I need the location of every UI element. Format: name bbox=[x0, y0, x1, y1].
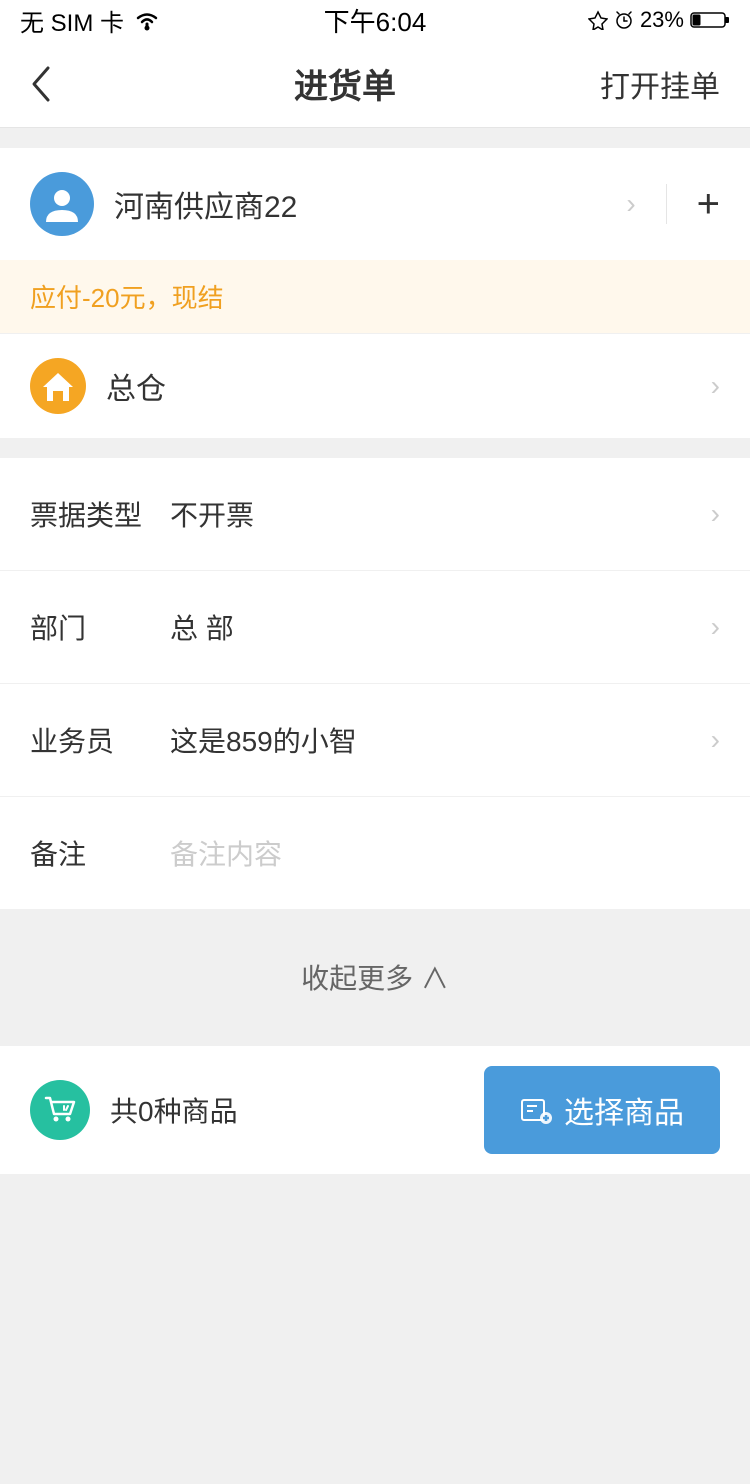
top-divider bbox=[0, 128, 750, 148]
warehouse-chevron-icon: › bbox=[711, 370, 720, 402]
sim-status: 无 SIM 卡 bbox=[20, 3, 124, 38]
supplier-row[interactable]: 河南供应商22 › + bbox=[0, 148, 750, 260]
remark-input[interactable]: 备注内容 bbox=[150, 833, 720, 873]
status-right: 23% bbox=[588, 7, 730, 33]
department-row[interactable]: 部门 总 部 › bbox=[0, 571, 750, 684]
warehouse-row[interactable]: 总仓 › bbox=[0, 333, 750, 438]
department-value: 总 部 bbox=[150, 607, 711, 647]
status-left: 无 SIM 卡 bbox=[20, 3, 162, 38]
product-count: 共0种商品 bbox=[110, 1090, 484, 1130]
form-section: 票据类型 不开票 › 部门 总 部 › 业务员 这是859的小智 › 备注 备注… bbox=[0, 458, 750, 909]
salesman-value: 这是859的小智 bbox=[150, 720, 711, 760]
vertical-divider bbox=[666, 184, 667, 224]
invoice-type-chevron-icon: › bbox=[711, 498, 720, 530]
department-label: 部门 bbox=[30, 607, 150, 647]
battery-icon bbox=[690, 10, 730, 30]
supplier-avatar bbox=[30, 172, 94, 236]
back-button[interactable] bbox=[30, 64, 90, 104]
cart-icon bbox=[30, 1080, 90, 1140]
select-product-label: 选择商品 bbox=[564, 1088, 684, 1132]
page-title: 进货单 bbox=[294, 59, 396, 108]
product-bar: 共0种商品 选择商品 bbox=[0, 1045, 750, 1174]
salesman-label: 业务员 bbox=[30, 720, 150, 760]
battery-percent: 23% bbox=[640, 7, 684, 33]
collapse-row[interactable]: 收起更多 ∧ bbox=[0, 929, 750, 1025]
notice-banner: 应付-20元，现结 bbox=[0, 260, 750, 333]
invoice-type-row[interactable]: 票据类型 不开票 › bbox=[0, 458, 750, 571]
salesman-chevron-icon: › bbox=[711, 724, 720, 756]
status-time: 下午6:04 bbox=[324, 2, 427, 39]
select-product-icon bbox=[520, 1096, 552, 1124]
nav-bar: 进货单 打开挂单 bbox=[0, 40, 750, 128]
supplier-chevron-icon: › bbox=[626, 188, 635, 220]
supplier-name: 河南供应商22 bbox=[114, 182, 626, 226]
remark-label: 备注 bbox=[30, 833, 150, 873]
wifi-icon bbox=[132, 9, 162, 31]
invoice-type-value: 不开票 bbox=[150, 494, 711, 534]
select-product-button[interactable]: 选择商品 bbox=[484, 1066, 720, 1154]
status-bar: 无 SIM 卡 下午6:04 23% bbox=[0, 0, 750, 40]
department-chevron-icon: › bbox=[711, 611, 720, 643]
remark-row[interactable]: 备注 备注内容 bbox=[0, 797, 750, 909]
warehouse-icon bbox=[30, 358, 86, 414]
supplier-section: 河南供应商22 › + 应付-20元，现结 总仓 › bbox=[0, 148, 750, 438]
warehouse-name: 总仓 bbox=[106, 364, 711, 408]
supplier-actions: › + bbox=[626, 182, 720, 227]
add-icon[interactable]: + bbox=[697, 182, 720, 227]
location-icon bbox=[588, 10, 608, 30]
bottom-area bbox=[0, 1174, 750, 1484]
shopping-cart-icon bbox=[42, 1092, 78, 1128]
open-pending-button[interactable]: 打开挂单 bbox=[600, 62, 720, 106]
house-icon bbox=[41, 369, 75, 403]
collapse-label: 收起更多 ∧ bbox=[301, 957, 449, 997]
alarm-icon bbox=[614, 10, 634, 30]
person-icon bbox=[42, 184, 82, 224]
invoice-type-label: 票据类型 bbox=[30, 494, 150, 534]
salesman-row[interactable]: 业务员 这是859的小智 › bbox=[0, 684, 750, 797]
